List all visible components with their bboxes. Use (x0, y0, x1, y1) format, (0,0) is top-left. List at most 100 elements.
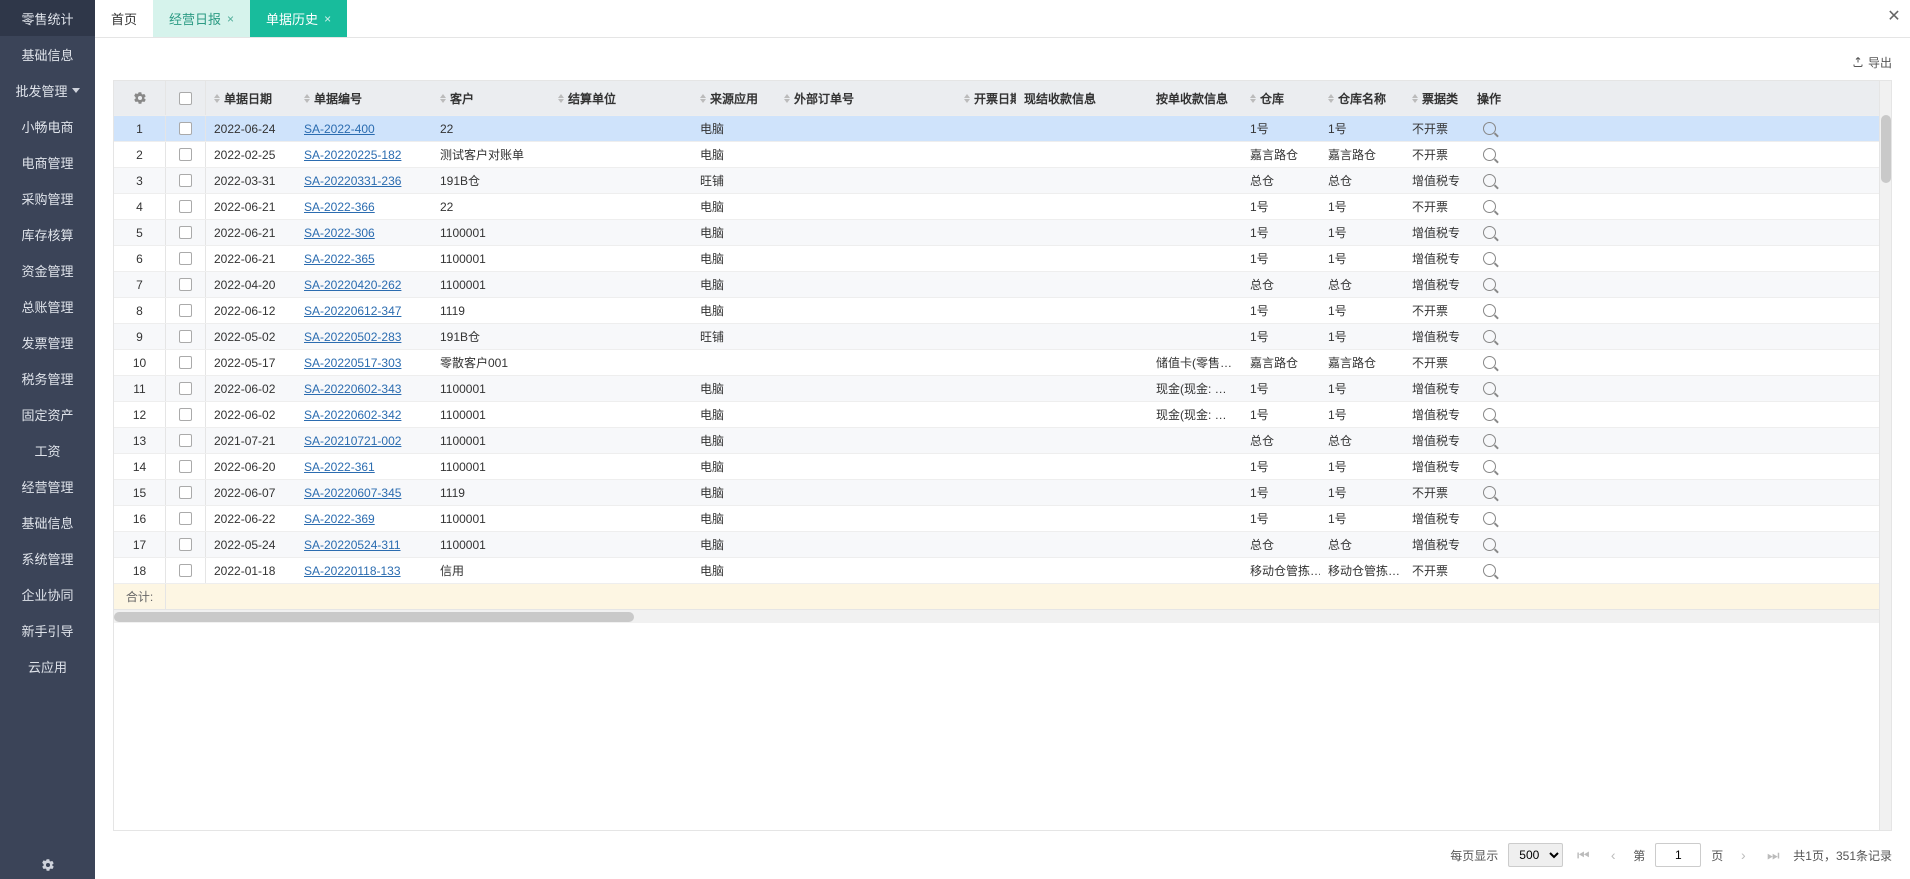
close-icon[interactable]: × (324, 12, 331, 26)
cell-action[interactable] (1466, 558, 1512, 583)
cell-action[interactable] (1466, 220, 1512, 245)
row-checkbox[interactable] (179, 564, 192, 577)
table-row[interactable]: 122022-06-02SA-20220602-3421100001电脑现金(现… (114, 401, 1879, 427)
row-checkbox-cell[interactable] (166, 142, 206, 167)
row-checkbox-cell[interactable] (166, 532, 206, 557)
search-icon[interactable] (1483, 122, 1496, 135)
search-icon[interactable] (1483, 200, 1496, 213)
doc-link[interactable]: SA-20220331-236 (304, 174, 401, 188)
search-icon[interactable] (1483, 304, 1496, 317)
row-checkbox-cell[interactable] (166, 324, 206, 349)
sidebar-item[interactable]: 小畅电商 (0, 108, 95, 144)
search-icon[interactable] (1483, 226, 1496, 239)
search-icon[interactable] (1483, 278, 1496, 291)
table-row[interactable]: 162022-06-22SA-2022-3691100001电脑1号1号增值税专 (114, 505, 1879, 531)
page-input[interactable] (1655, 843, 1701, 867)
row-checkbox[interactable] (179, 252, 192, 265)
cell-action[interactable] (1466, 142, 1512, 167)
col-customer[interactable]: 客户 (432, 81, 550, 115)
table-row[interactable]: 132021-07-21SA-20210721-0021100001电脑总仓总仓… (114, 427, 1879, 453)
cell-action[interactable] (1466, 272, 1512, 297)
table-row[interactable]: 72022-04-20SA-20220420-2621100001电脑总仓总仓增… (114, 271, 1879, 297)
doc-link[interactable]: SA-20220607-345 (304, 486, 401, 500)
col-tax-type[interactable]: 票据类 (1404, 81, 1466, 115)
select-all-checkbox[interactable] (166, 81, 206, 115)
doc-link[interactable]: SA-20220524-311 (304, 538, 401, 552)
sidebar-item[interactable]: 新手引导 (0, 612, 95, 648)
doc-link[interactable]: SA-20220602-343 (304, 382, 401, 396)
sidebar-settings[interactable] (0, 851, 95, 879)
search-icon[interactable] (1483, 330, 1496, 343)
sidebar-item[interactable]: 云应用 (0, 648, 95, 684)
row-checkbox[interactable] (179, 304, 192, 317)
row-checkbox-cell[interactable] (166, 116, 206, 141)
cell-action[interactable] (1466, 454, 1512, 479)
row-checkbox-cell[interactable] (166, 480, 206, 505)
search-icon[interactable] (1483, 538, 1496, 551)
cell-action[interactable] (1466, 298, 1512, 323)
row-checkbox[interactable] (179, 356, 192, 369)
cell-action[interactable] (1466, 402, 1512, 427)
table-row[interactable]: 152022-06-07SA-20220607-3451119电脑1号1号不开票 (114, 479, 1879, 505)
tab[interactable]: 经营日报× (153, 0, 250, 37)
sidebar-item[interactable]: 系统管理 (0, 540, 95, 576)
search-icon[interactable] (1483, 486, 1496, 499)
col-ext-order[interactable]: 外部订单号 (776, 81, 956, 115)
sidebar-item[interactable]: 总账管理 (0, 288, 95, 324)
row-checkbox-cell[interactable] (166, 220, 206, 245)
cell-action[interactable] (1466, 532, 1512, 557)
prev-page-button[interactable]: ‹ (1603, 845, 1623, 865)
horizontal-scrollbar[interactable] (114, 609, 1879, 623)
horizontal-scrollbar-thumb[interactable] (114, 612, 634, 622)
col-settle[interactable]: 结算单位 (550, 81, 692, 115)
search-icon[interactable] (1483, 408, 1496, 421)
cell-action[interactable] (1466, 324, 1512, 349)
cell-action[interactable] (1466, 246, 1512, 271)
sidebar-item[interactable]: 库存核算 (0, 216, 95, 252)
search-icon[interactable] (1483, 252, 1496, 265)
cell-action[interactable] (1466, 480, 1512, 505)
row-checkbox[interactable] (179, 174, 192, 187)
table-row[interactable]: 12022-06-24SA-2022-40022电脑1号1号不开票 (114, 115, 1879, 141)
row-checkbox-cell[interactable] (166, 402, 206, 427)
search-icon[interactable] (1483, 460, 1496, 473)
doc-link[interactable]: SA-2022-369 (304, 512, 375, 526)
close-all-tabs[interactable]: ✕ (1884, 6, 1904, 26)
table-row[interactable]: 112022-06-02SA-20220602-3431100001电脑现金(现… (114, 375, 1879, 401)
doc-link[interactable]: SA-2022-365 (304, 252, 375, 266)
row-checkbox[interactable] (179, 382, 192, 395)
table-row[interactable]: 172022-05-24SA-20220524-3111100001电脑总仓总仓… (114, 531, 1879, 557)
tab[interactable]: 单据历史× (250, 0, 347, 37)
col-warehouse-name[interactable]: 仓库名称 (1320, 81, 1404, 115)
sidebar-item[interactable]: 企业协同 (0, 576, 95, 612)
search-icon[interactable] (1483, 356, 1496, 369)
search-icon[interactable] (1483, 564, 1496, 577)
cell-action[interactable] (1466, 116, 1512, 141)
table-row[interactable]: 62022-06-21SA-2022-3651100001电脑1号1号增值税专 (114, 245, 1879, 271)
sidebar-item[interactable]: 采购管理 (0, 180, 95, 216)
cell-action[interactable] (1466, 350, 1512, 375)
sidebar-item[interactable]: 经营管理 (0, 468, 95, 504)
sidebar-item[interactable]: 工资 (0, 432, 95, 468)
sidebar-item[interactable]: 税务管理 (0, 360, 95, 396)
sidebar-item[interactable]: 资金管理 (0, 252, 95, 288)
row-checkbox-cell[interactable] (166, 350, 206, 375)
search-icon[interactable] (1483, 512, 1496, 525)
doc-link[interactable]: SA-20220502-283 (304, 330, 401, 344)
row-checkbox[interactable] (179, 200, 192, 213)
table-row[interactable]: 102022-05-17SA-20220517-303零散客户001储值卡(零售… (114, 349, 1879, 375)
row-checkbox[interactable] (179, 460, 192, 473)
row-checkbox[interactable] (179, 486, 192, 499)
search-icon[interactable] (1483, 434, 1496, 447)
doc-link[interactable]: SA-20220420-262 (304, 278, 401, 292)
doc-link[interactable]: SA-20220602-342 (304, 408, 401, 422)
column-config-button[interactable] (114, 81, 166, 115)
row-checkbox-cell[interactable] (166, 298, 206, 323)
row-checkbox-cell[interactable] (166, 558, 206, 583)
doc-link[interactable]: SA-20220118-133 (304, 564, 401, 578)
row-checkbox-cell[interactable] (166, 428, 206, 453)
cell-action[interactable] (1466, 428, 1512, 453)
close-icon[interactable]: × (227, 12, 234, 26)
row-checkbox[interactable] (179, 434, 192, 447)
sidebar-item[interactable]: 批发管理 (0, 72, 95, 108)
